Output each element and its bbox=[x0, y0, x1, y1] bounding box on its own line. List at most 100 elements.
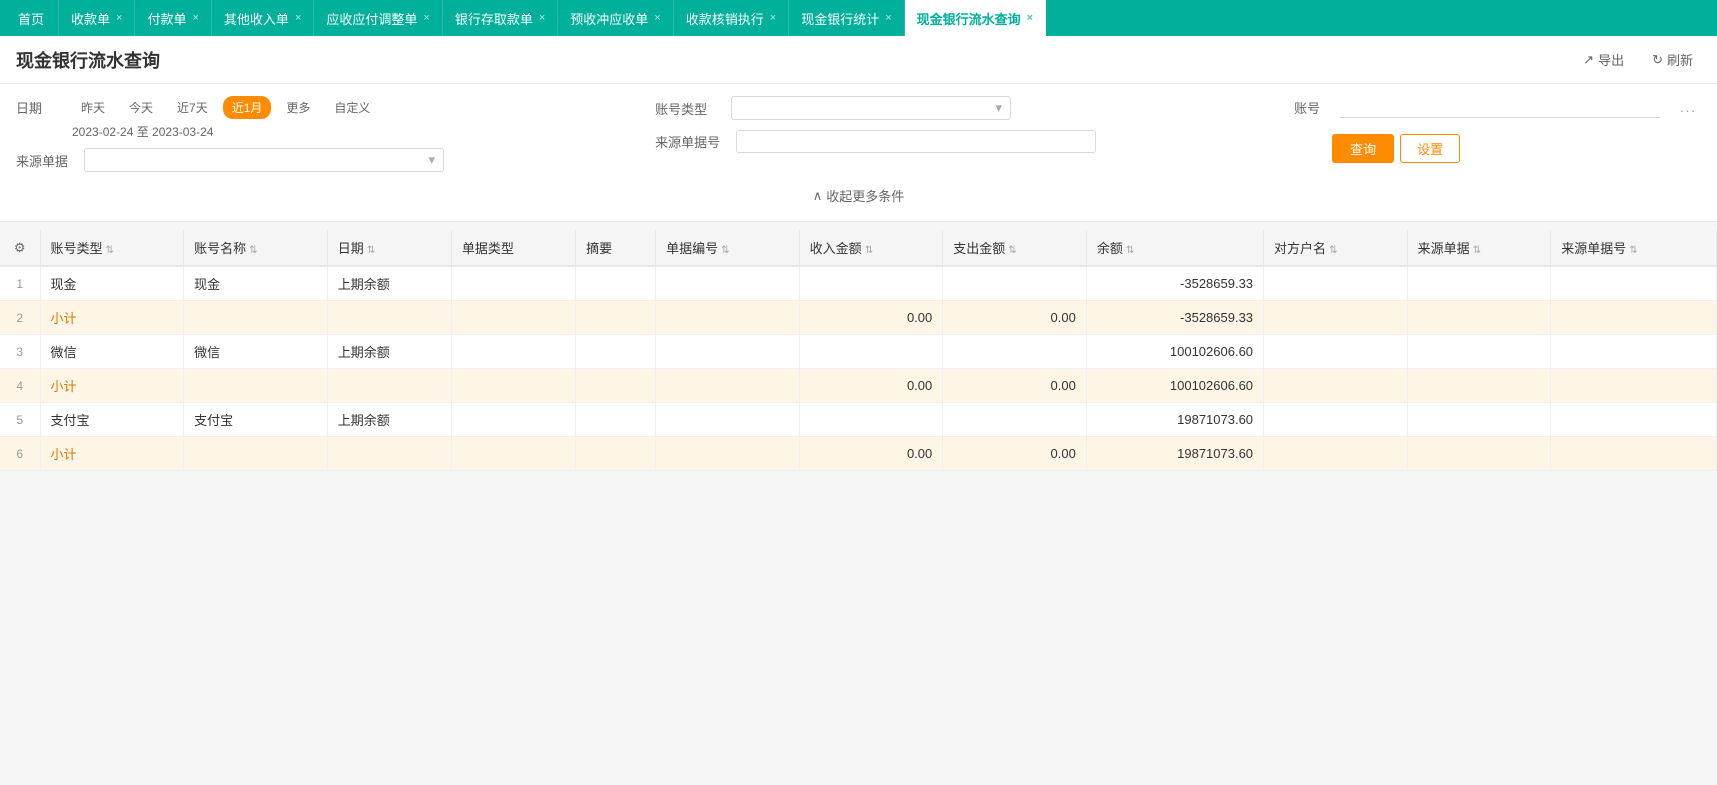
nav-tab-现金银行统计[interactable]: 现金银行统计× bbox=[789, 0, 904, 36]
export-button[interactable]: ↗ 导出 bbox=[1575, 46, 1632, 73]
doc-no-cell bbox=[656, 403, 800, 437]
source-doc-cell bbox=[1407, 266, 1551, 301]
source-doc-no-cell bbox=[1551, 266, 1717, 301]
col-header-account_name[interactable]: 账号名称⇅ bbox=[184, 230, 328, 266]
expense-cell bbox=[943, 403, 1087, 437]
source-doc-chevron-icon: ▾ bbox=[428, 152, 435, 168]
date-btn-近7天[interactable]: 近7天 bbox=[168, 96, 217, 119]
col-header-balance[interactable]: 余额⇅ bbox=[1086, 230, 1263, 266]
account-name-cell bbox=[184, 301, 328, 335]
source-doc-cell bbox=[1407, 437, 1551, 471]
nav-tab-现金银行流水查询[interactable]: 现金银行流水查询× bbox=[905, 0, 1046, 36]
expense-cell: 0.00 bbox=[943, 437, 1087, 471]
income-cell: 0.00 bbox=[799, 369, 943, 403]
source-doc-select[interactable]: ▾ bbox=[84, 148, 444, 172]
balance-cell: -3528659.33 bbox=[1086, 266, 1263, 301]
table-row: 3微信微信上期余额100102606.60 bbox=[0, 335, 1717, 369]
table-row: 1现金现金上期余额-3528659.33 bbox=[0, 266, 1717, 301]
date-cell bbox=[327, 301, 451, 335]
date-btn-更多[interactable]: 更多 bbox=[277, 96, 319, 119]
nav-tab-预收冲应收单[interactable]: 预收冲应收单× bbox=[558, 0, 673, 36]
source-doc-no-label: 来源单据号 bbox=[655, 132, 720, 151]
close-icon[interactable]: × bbox=[192, 12, 198, 24]
col-header-account_type[interactable]: 账号类型⇅ bbox=[40, 230, 184, 266]
date-cell: 上期余额 bbox=[327, 335, 451, 369]
income-cell bbox=[799, 403, 943, 437]
close-icon[interactable]: × bbox=[1027, 12, 1033, 24]
col-header-counterparty[interactable]: 对方户名⇅ bbox=[1264, 230, 1408, 266]
date-btn-今天[interactable]: 今天 bbox=[120, 96, 162, 119]
account-no-input[interactable] bbox=[1340, 96, 1660, 118]
row-num: 1 bbox=[0, 266, 40, 301]
date-btn-近1月[interactable]: 近1月 bbox=[223, 96, 272, 119]
balance-cell: 19871073.60 bbox=[1086, 403, 1263, 437]
col-header-source_doc[interactable]: 来源单据⇅ bbox=[1407, 230, 1551, 266]
sort-icon: ⇅ bbox=[1629, 245, 1637, 256]
doc-no-cell bbox=[656, 369, 800, 403]
row-num: 6 bbox=[0, 437, 40, 471]
filter-account-row: 账号 ... bbox=[1294, 96, 1701, 118]
nav-tab-银行存取款单[interactable]: 银行存取款单× bbox=[443, 0, 558, 36]
account-type-cell: 现金 bbox=[40, 266, 184, 301]
sort-icon: ⇅ bbox=[721, 245, 729, 256]
source-doc-cell bbox=[1407, 335, 1551, 369]
nav-tab-应收应付调整单[interactable]: 应收应付调整单× bbox=[314, 0, 442, 36]
refresh-button[interactable]: ↻ 刷新 bbox=[1644, 46, 1701, 73]
sort-icon: ⇅ bbox=[1008, 245, 1016, 256]
filter-area: 日期 昨天今天近7天近1月更多自定义 2023-02-24 至 2023-03-… bbox=[0, 84, 1717, 222]
table-row: 4小计0.000.00100102606.60 bbox=[0, 369, 1717, 403]
account-type-select[interactable]: ▾ bbox=[731, 96, 1011, 120]
sort-icon: ⇅ bbox=[249, 245, 257, 256]
table-header: ⚙账号类型⇅账号名称⇅日期⇅单据类型摘要单据编号⇅收入金额⇅支出金额⇅余额⇅对方… bbox=[0, 230, 1717, 266]
settings-button[interactable]: 设置 bbox=[1400, 134, 1460, 163]
filter-middle: 账号类型 ▾ 来源单据号 bbox=[655, 96, 1278, 163]
doc-type-cell bbox=[451, 369, 575, 403]
account-type-cell: 小计 bbox=[40, 437, 184, 471]
col-header-income[interactable]: 收入金额⇅ bbox=[799, 230, 943, 266]
expense-cell bbox=[943, 335, 1087, 369]
date-btn-昨天[interactable]: 昨天 bbox=[72, 96, 114, 119]
collapse-bar[interactable]: ∧ 收起更多条件 bbox=[16, 182, 1701, 209]
close-icon[interactable]: × bbox=[770, 12, 776, 24]
close-icon[interactable]: × bbox=[654, 12, 660, 24]
col-header-expense[interactable]: 支出金额⇅ bbox=[943, 230, 1087, 266]
close-icon[interactable]: × bbox=[539, 12, 545, 24]
date-options: 昨天今天近7天近1月更多自定义 bbox=[72, 96, 379, 119]
nav-tab-其他收入单[interactable]: 其他收入单× bbox=[212, 0, 314, 36]
account-type-cell: 微信 bbox=[40, 335, 184, 369]
col-header-date[interactable]: 日期⇅ bbox=[327, 230, 451, 266]
date-cell bbox=[327, 437, 451, 471]
expense-cell: 0.00 bbox=[943, 301, 1087, 335]
header-actions: ↗ 导出 ↻ 刷新 bbox=[1575, 46, 1701, 73]
nav-tab-收款单[interactable]: 收款单× bbox=[59, 0, 135, 36]
close-icon[interactable]: × bbox=[885, 12, 891, 24]
date-range: 2023-02-24 至 2023-03-24 bbox=[72, 125, 213, 139]
col-header-source_doc_no[interactable]: 来源单据号⇅ bbox=[1551, 230, 1717, 266]
account-more-button[interactable]: ... bbox=[1676, 100, 1701, 115]
doc-no-cell bbox=[656, 301, 800, 335]
close-icon[interactable]: × bbox=[423, 12, 429, 24]
balance-cell: 100102606.60 bbox=[1086, 369, 1263, 403]
nav-tab-付款单[interactable]: 付款单× bbox=[135, 0, 211, 36]
data-table: ⚙账号类型⇅账号名称⇅日期⇅单据类型摘要单据编号⇅收入金额⇅支出金额⇅余额⇅对方… bbox=[0, 230, 1717, 471]
date-btn-自定义[interactable]: 自定义 bbox=[325, 96, 379, 119]
date-cell bbox=[327, 369, 451, 403]
table-body: 1现金现金上期余额-3528659.332小计0.000.00-3528659.… bbox=[0, 266, 1717, 471]
gear-icon[interactable]: ⚙ bbox=[14, 240, 26, 255]
nav-tab-收款核销执行[interactable]: 收款核销执行× bbox=[674, 0, 789, 36]
sort-icon: ⇅ bbox=[1329, 245, 1337, 256]
source-doc-no-cell bbox=[1551, 369, 1717, 403]
source-doc-cell bbox=[1407, 369, 1551, 403]
account-label: 账号 bbox=[1294, 98, 1324, 117]
account-name-cell: 微信 bbox=[184, 335, 328, 369]
income-cell bbox=[799, 335, 943, 369]
row-num: 4 bbox=[0, 369, 40, 403]
close-icon[interactable]: × bbox=[116, 12, 122, 24]
close-icon[interactable]: × bbox=[295, 12, 301, 24]
table-row: 6小计0.000.0019871073.60 bbox=[0, 437, 1717, 471]
query-button[interactable]: 查询 bbox=[1332, 134, 1394, 163]
nav-home[interactable]: 首页 bbox=[4, 0, 59, 36]
doc-type-cell bbox=[451, 266, 575, 301]
col-header-doc_no[interactable]: 单据编号⇅ bbox=[656, 230, 800, 266]
source-doc-no-input[interactable] bbox=[736, 130, 1096, 153]
